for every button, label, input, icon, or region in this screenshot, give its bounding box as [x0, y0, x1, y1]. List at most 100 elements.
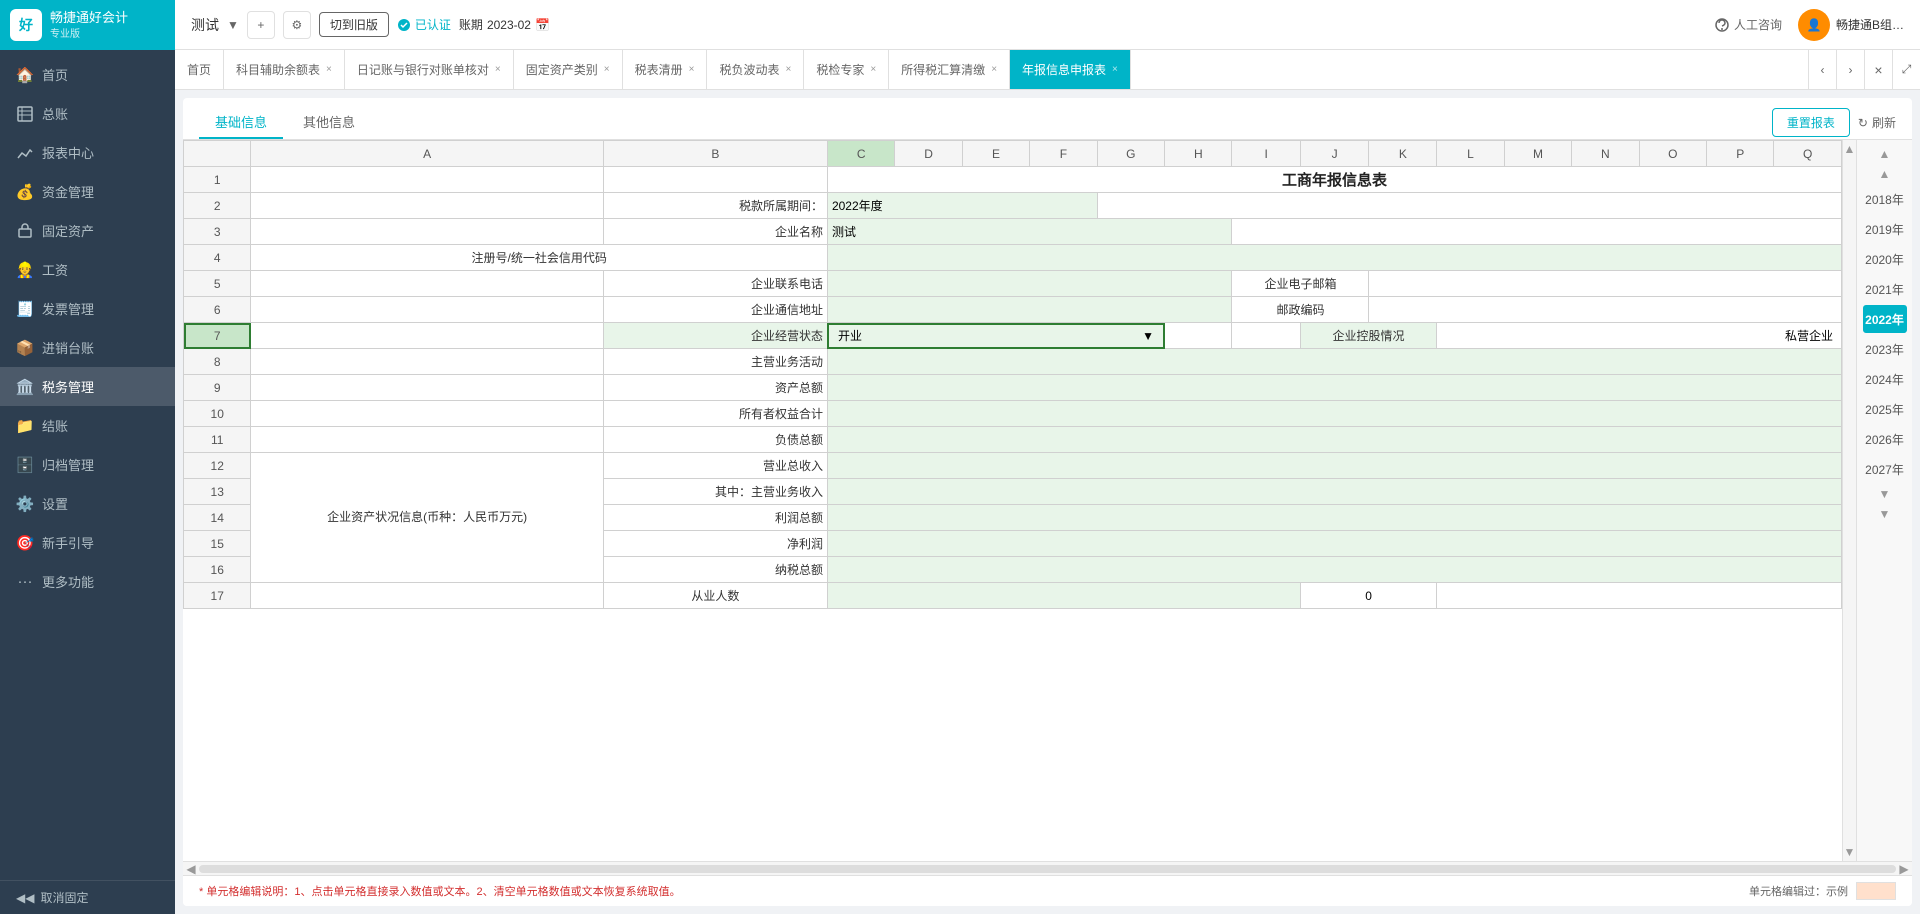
year-item-2020[interactable]: 2020年 — [1863, 245, 1907, 273]
col-header-L[interactable]: L — [1437, 141, 1504, 167]
cell-C3[interactable]: 测试 — [827, 219, 1232, 245]
hscroll-left-icon[interactable]: ◀ — [187, 865, 195, 873]
tab-close-tax-list[interactable]: × — [689, 64, 695, 75]
tab-close-annual-report[interactable]: × — [1112, 64, 1118, 75]
cell-C12[interactable] — [827, 453, 1841, 479]
hscroll-right-icon[interactable]: ▶ — [1900, 865, 1908, 873]
cell-L7[interactable]: 私营企业 — [1437, 323, 1842, 349]
sidebar-item-home[interactable]: 🏠 首页 — [0, 55, 175, 94]
col-header-G[interactable]: G — [1097, 141, 1164, 167]
scroll-down-icon[interactable]: ▼ — [1843, 843, 1856, 861]
customer-service-button[interactable]: 人工咨询 — [1714, 16, 1782, 33]
spreadsheet-main[interactable]: A B C D E F G H I J K L M — [183, 140, 1842, 861]
sidebar-item-settings[interactable]: ⚙️ 设置 — [0, 484, 175, 523]
sidebar-item-archive[interactable]: 🗄️ 归档管理 — [0, 445, 175, 484]
cell-A1[interactable] — [251, 167, 603, 193]
year-nav-down[interactable]: ▼ — [1871, 484, 1899, 504]
cell-C2[interactable]: 2022年度 — [827, 193, 1097, 219]
col-header-H[interactable]: H — [1165, 141, 1232, 167]
refresh-button[interactable]: ↻ 刷新 — [1858, 114, 1896, 131]
tab-next-button[interactable]: › — [1836, 50, 1864, 89]
col-header-N[interactable]: N — [1572, 141, 1639, 167]
cell-L6[interactable] — [1369, 297, 1842, 323]
col-header-C[interactable]: C — [827, 141, 894, 167]
tab-income-tax[interactable]: 所得税汇算清缴 × — [889, 50, 1010, 89]
tab-journal[interactable]: 日记账与银行对账单核对 × — [345, 50, 514, 89]
cell-L17[interactable] — [1437, 583, 1842, 609]
subtab-other-info[interactable]: 其他信息 — [287, 106, 371, 139]
sidebar-item-invoice[interactable]: 🧾 发票管理 — [0, 289, 175, 328]
year-item-2019[interactable]: 2019年 — [1863, 215, 1907, 243]
subtab-basic-info[interactable]: 基础信息 — [199, 106, 283, 139]
year-item-2024[interactable]: 2024年 — [1863, 365, 1907, 393]
col-header-I[interactable]: I — [1232, 141, 1300, 167]
tab-tax-fluctuation[interactable]: 税负波动表 × — [707, 50, 804, 89]
tab-expand-button[interactable]: ⤢ — [1892, 50, 1920, 89]
cell-B1[interactable] — [603, 167, 827, 193]
cell-H7[interactable] — [1165, 323, 1232, 349]
hscroll-thumb[interactable] — [199, 865, 1896, 873]
tab-close-income-tax[interactable]: × — [991, 64, 997, 75]
cell-A3[interactable] — [251, 219, 603, 245]
cell-A6[interactable] — [251, 297, 603, 323]
tab-subject-balance[interactable]: 科目辅助余额表 × — [224, 50, 345, 89]
col-header-J[interactable]: J — [1300, 141, 1369, 167]
tab-close-tax-fluctuation[interactable]: × — [785, 64, 791, 75]
year-item-2026[interactable]: 2026年 — [1863, 425, 1907, 453]
tab-close-tax-inspector[interactable]: × — [870, 64, 876, 75]
cell-C6[interactable] — [827, 297, 1232, 323]
year-nav-down2[interactable]: ▼ — [1871, 504, 1899, 524]
tab-close-all-button[interactable]: × — [1864, 50, 1892, 89]
cell-C13[interactable] — [827, 479, 1841, 505]
cell-A7[interactable] — [251, 323, 603, 349]
year-item-2027[interactable]: 2027年 — [1863, 455, 1907, 483]
cell-C14[interactable] — [827, 505, 1841, 531]
col-header-D[interactable]: D — [895, 141, 962, 167]
cell-C4[interactable] — [827, 245, 1841, 271]
cell-I3[interactable] — [1232, 219, 1842, 245]
calendar-icon[interactable]: 📅 — [535, 18, 550, 32]
year-nav-up[interactable]: ▲ — [1871, 144, 1899, 164]
sidebar-item-closing[interactable]: 📁 结账 — [0, 406, 175, 445]
tab-close-fixed-assets-type[interactable]: × — [604, 64, 610, 75]
cell-C17[interactable] — [827, 583, 1300, 609]
col-header-K[interactable]: K — [1369, 141, 1437, 167]
cell-C7-dropdown[interactable]: 开业 ▼ — [827, 323, 1164, 349]
cell-title[interactable]: 工商年报信息表 — [827, 167, 1841, 193]
sidebar-item-salary[interactable]: 👷 工资 — [0, 250, 175, 289]
year-item-2023[interactable]: 2023年 — [1863, 335, 1907, 363]
cell-A5[interactable] — [251, 271, 603, 297]
cell-C8[interactable] — [827, 349, 1841, 375]
tab-fixed-assets-type[interactable]: 固定资产类别 × — [514, 50, 623, 89]
tab-close-journal[interactable]: × — [495, 64, 501, 75]
sidebar-item-finance[interactable]: 💰 资金管理 — [0, 172, 175, 211]
cell-G2[interactable] — [1097, 193, 1841, 219]
switch-version-button[interactable]: 切到旧版 — [319, 12, 389, 37]
cell-C11[interactable] — [827, 427, 1841, 453]
cell-I7[interactable] — [1232, 323, 1300, 349]
scrollbar-horizontal[interactable]: ◀ ▶ — [183, 861, 1912, 875]
year-item-2025[interactable]: 2025年 — [1863, 395, 1907, 423]
cell-A9[interactable] — [251, 375, 603, 401]
col-header-O[interactable]: O — [1639, 141, 1706, 167]
scroll-up-icon[interactable]: ▲ — [1843, 140, 1856, 158]
sidebar-item-more[interactable]: ··· 更多功能 — [0, 562, 175, 601]
cell-C5[interactable] — [827, 271, 1232, 297]
cell-A11[interactable] — [251, 427, 603, 453]
add-button[interactable]: + — [247, 11, 275, 39]
cell-A8[interactable] — [251, 349, 603, 375]
user-menu[interactable]: 👤 畅捷通B组… — [1798, 9, 1904, 41]
col-header-B[interactable]: B — [603, 141, 827, 167]
sidebar-item-reports[interactable]: 报表中心 — [0, 133, 175, 172]
year-item-2022[interactable]: 2022年 — [1863, 305, 1907, 333]
year-nav-up2[interactable]: ▲ — [1871, 164, 1899, 184]
year-item-2021[interactable]: 2021年 — [1863, 275, 1907, 303]
year-item-2018[interactable]: 2018年 — [1863, 185, 1907, 213]
scrollbar-vertical[interactable]: ▲ ▼ — [1842, 140, 1856, 861]
cell-J17[interactable]: 0 — [1300, 583, 1437, 609]
col-header-F[interactable]: F — [1030, 141, 1097, 167]
cell-C9[interactable] — [827, 375, 1841, 401]
sidebar-item-stock[interactable]: 📦 进销台账 — [0, 328, 175, 367]
cell-C16[interactable] — [827, 557, 1841, 583]
cell-C10[interactable] — [827, 401, 1841, 427]
